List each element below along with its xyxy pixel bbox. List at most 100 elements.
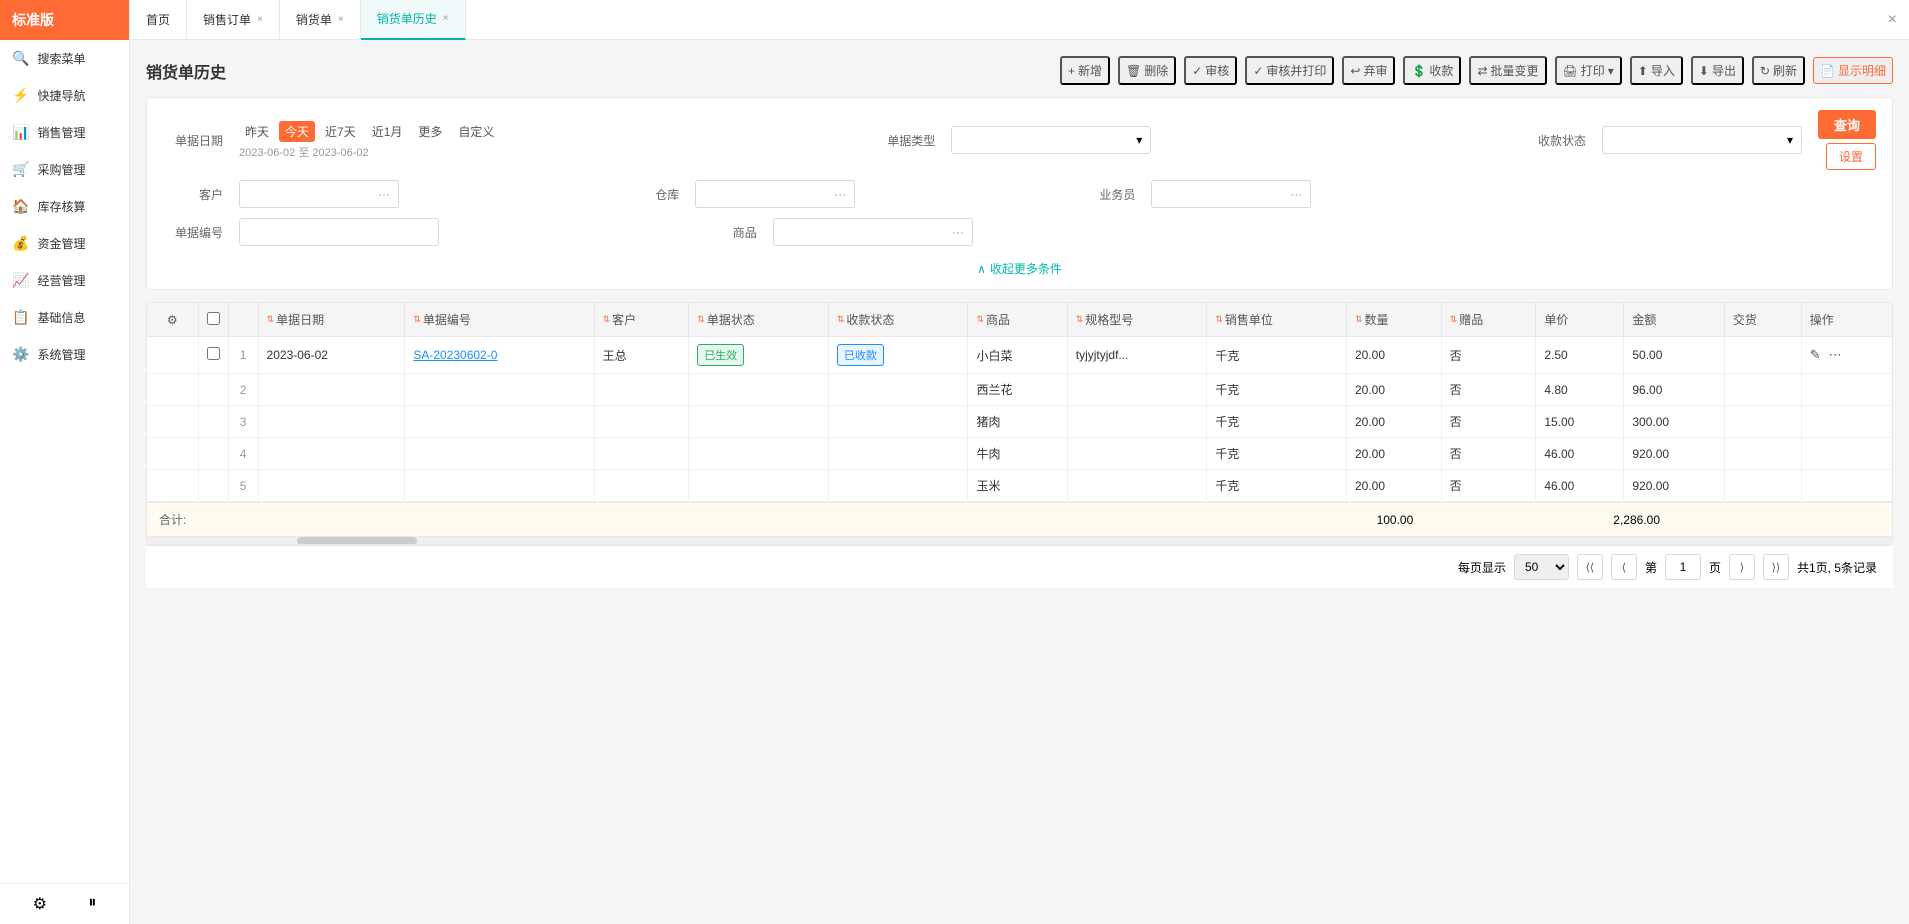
table-row: 2 西兰花 千克 20.00 否 4.80 96.00 [147,374,1892,406]
more-icon-1[interactable]: ⋯ [1829,347,1842,363]
sidebar-item-operations[interactable]: 📈 经营管理 [0,262,129,299]
warehouse-dots[interactable]: ··· [834,187,846,201]
th-customer[interactable]: ⇅ 客户 [594,303,689,337]
display-detail-button[interactable]: 📄 显示明细 [1813,57,1893,84]
next-page-button[interactable]: ⟩ [1729,554,1755,580]
td-settings-5 [147,470,198,502]
add-button[interactable]: + 新增 [1060,56,1110,85]
horizontal-scrollbar[interactable] [147,536,1892,544]
td-amount-4: 920.00 [1624,438,1725,470]
doc-no-input[interactable] [239,218,439,246]
td-collect-status-3 [828,406,968,438]
tab-sales-history-close[interactable]: × [443,13,449,24]
date-range-text: 2023-06-02 至 2023-06-02 [239,144,500,160]
select-all-checkbox[interactable] [207,312,220,325]
sidebar-item-inventory[interactable]: 🏠 库存核算 [0,188,129,225]
delete-button[interactable]: 🗑 删除 [1118,56,1176,85]
sidebar-item-label: 资金管理 [37,235,85,252]
sidebar-item-search-menu[interactable]: 🔍 搜索菜单 [0,40,129,77]
collect-status-select[interactable]: ▾ [1602,126,1802,154]
collect-button[interactable]: 💲 收款 [1403,56,1461,85]
th-goods[interactable]: ⇅ 商品 [968,303,1067,337]
collect-icon: 💲 [1411,64,1426,78]
tab-sales-order-close[interactable]: × [257,14,263,25]
sidebar-bottom-icon1[interactable]: ⚙ [33,894,47,914]
td-unit-1: 千克 [1207,337,1347,374]
collect-status-dropdown-icon: ▾ [1787,133,1793,147]
td-transaction-2 [1724,374,1801,406]
scrollbar-thumb[interactable] [297,537,417,545]
print-button[interactable]: 🖨 打印 ▾ [1555,56,1622,85]
th-actions: 操作 [1801,303,1892,337]
doc-type-select[interactable]: ▾ [951,126,1151,154]
th-settings[interactable]: ⚙ [147,303,198,337]
date-opt-today[interactable]: 今天 [279,121,315,142]
sidebar-bottom-icon2[interactable]: ⏸ [88,894,96,914]
goods-dots[interactable]: ··· [952,225,964,239]
sort-icon: ⇅ [1076,314,1084,325]
th-gift[interactable]: ⇅ 赠品 [1441,303,1536,337]
th-unit[interactable]: ⇅ 销售单位 [1207,303,1347,337]
import-button[interactable]: ⬆ 导入 [1630,56,1683,85]
date-opt-custom[interactable]: 自定义 [452,121,500,142]
page-number-input[interactable] [1665,554,1701,580]
sidebar-item-purchase-mgmt[interactable]: 🛒 采购管理 [0,151,129,188]
doc-no-link-1[interactable]: SA-20230602-0 [413,348,497,362]
sidebar-item-sales-mgmt[interactable]: 📊 销售管理 [0,114,129,151]
per-page-select[interactable]: 50 100 200 [1514,554,1569,580]
export-button[interactable]: ⬇ 导出 [1691,56,1744,85]
sales-rep-dots[interactable]: ··· [1290,187,1302,201]
tab-sales-invoice-close[interactable]: × [338,14,344,25]
td-settings-1 [147,337,198,374]
th-date[interactable]: ⇅ 单据日期 [258,303,405,337]
audit-print-button[interactable]: ✓ 审核并打印 [1245,56,1334,85]
sort-icon: ⇅ [1355,314,1363,325]
date-opt-yesterday[interactable]: 昨天 [239,121,275,142]
sort-icon: ⇅ [603,314,611,325]
query-button[interactable]: 查询 [1818,110,1876,139]
prev-page-button[interactable]: ⟨ [1611,554,1637,580]
last-page-button[interactable]: ⟩⟩ [1763,554,1789,580]
sidebar-item-finance[interactable]: 💰 资金管理 [0,225,129,262]
refresh-button[interactable]: ↻ 刷新 [1752,56,1805,85]
batch-change-button[interactable]: ⇄ 批量变更 [1469,56,1546,85]
doc-type-dropdown-icon: ▾ [1136,133,1142,147]
first-page-button[interactable]: ⟨⟨ [1577,554,1603,580]
sidebar-item-system[interactable]: ⚙️ 系统管理 [0,336,129,373]
sidebar-item-basic-info[interactable]: 📋 基础信息 [0,299,129,336]
th-collect-status[interactable]: ⇅ 收款状态 [828,303,968,337]
date-opt-7days[interactable]: 近7天 [319,121,362,142]
th-doc-no[interactable]: ⇅ 单据编号 [405,303,594,337]
audit-button[interactable]: ✓ 审核 [1184,56,1237,85]
collapse-button[interactable]: ∧ 收起更多条件 [977,260,1062,277]
tab-bar-close-all[interactable]: × [1876,11,1909,29]
customer-dots[interactable]: ··· [378,187,390,201]
td-spec-3 [1067,406,1207,438]
abandon-button[interactable]: ↩ 弃审 [1342,56,1395,85]
tab-sales-order[interactable]: 销售订单 × [187,0,280,40]
td-checkbox-4 [198,438,228,470]
page-label-post: 页 [1709,559,1721,576]
tab-sales-invoice[interactable]: 销货单 × [280,0,361,40]
tab-sales-history[interactable]: 销货单历史 × [361,0,466,40]
export-icon: ⬇ [1699,64,1709,78]
filter-row-1: 单据日期 昨天 今天 近7天 近1月 更多 自定义 2023-06-02 至 2… [163,110,1876,170]
edit-icon-1[interactable]: ✎ [1810,347,1821,363]
sidebar-item-quick-nav[interactable]: ⚡ 快捷导航 [0,77,129,114]
td-unit-2: 千克 [1207,374,1347,406]
add-icon: + [1068,64,1075,78]
th-doc-status[interactable]: ⇅ 单据状态 [689,303,829,337]
date-opt-1month[interactable]: 近1月 [366,121,409,142]
td-checkbox-1 [198,337,228,374]
tab-home[interactable]: 首页 [130,0,187,40]
row-checkbox-1[interactable] [207,347,220,360]
td-doc-no-1[interactable]: SA-20230602-0 [405,337,594,374]
th-spec[interactable]: ⇅ 规格型号 [1067,303,1207,337]
th-quantity[interactable]: ⇅ 数量 [1346,303,1441,337]
setup-button[interactable]: 设置 [1826,143,1876,170]
date-opt-more[interactable]: 更多 [412,121,448,142]
collect-status-label: 收款状态 [1526,132,1586,149]
table-header-row: ⚙ ⇅ 单据日期 ⇅ [147,303,1892,337]
warehouse-label: 仓库 [619,186,679,203]
td-actions-3 [1801,406,1892,438]
